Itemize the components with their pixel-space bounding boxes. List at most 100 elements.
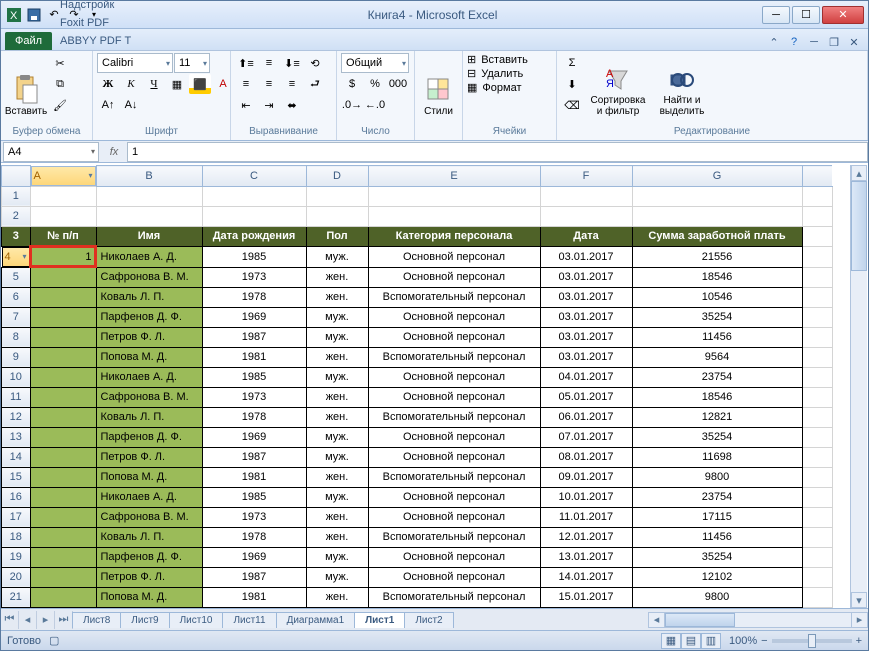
cell[interactable]: муж.: [306, 547, 368, 567]
cell[interactable]: [306, 206, 368, 226]
row-header[interactable]: 10: [2, 367, 31, 387]
cell[interactable]: Сафронова В. М.: [96, 387, 202, 407]
cell[interactable]: 1985: [202, 487, 306, 507]
cell[interactable]: [30, 327, 96, 347]
scroll-thumb[interactable]: [851, 181, 867, 271]
italic-button[interactable]: К: [120, 74, 142, 94]
cell[interactable]: 23754: [632, 487, 802, 507]
cell[interactable]: Попова М. Д.: [96, 467, 202, 487]
page-layout-view-icon[interactable]: ▤: [681, 633, 701, 649]
cell[interactable]: [30, 307, 96, 327]
zoom-out-icon[interactable]: −: [761, 635, 767, 647]
cell[interactable]: 35254: [632, 427, 802, 447]
scroll-up-icon[interactable]: ▴: [851, 165, 867, 181]
decrease-font-icon[interactable]: A↓: [120, 95, 142, 115]
align-right-icon[interactable]: ≡: [281, 74, 303, 94]
cell[interactable]: 11456: [632, 327, 802, 347]
cell[interactable]: Николаев А. Д.: [96, 246, 202, 267]
cell[interactable]: 21556: [632, 246, 802, 267]
cell[interactable]: Основной персонал: [368, 246, 540, 267]
cell[interactable]: [30, 267, 96, 287]
cell[interactable]: 03.01.2017: [540, 287, 632, 307]
cell[interactable]: [30, 507, 96, 527]
cell[interactable]: 35254: [632, 307, 802, 327]
cell[interactable]: 9800: [632, 467, 802, 487]
cell[interactable]: 04.01.2017: [540, 367, 632, 387]
fill-icon[interactable]: ⬇: [561, 74, 583, 94]
row-header[interactable]: 3: [2, 226, 31, 246]
select-all-corner[interactable]: [2, 166, 31, 187]
cell[interactable]: [30, 587, 96, 607]
cell[interactable]: 11698: [632, 447, 802, 467]
cell[interactable]: жен.: [306, 287, 368, 307]
sheet-tab[interactable]: Лист1: [354, 612, 405, 628]
sheet-nav-prev-icon[interactable]: ◂: [19, 611, 37, 629]
file-tab[interactable]: Файл: [5, 32, 52, 50]
styles-button[interactable]: Стили: [419, 53, 458, 119]
merge-cells-icon[interactable]: ⬌: [281, 95, 303, 115]
cell[interactable]: 12102: [632, 567, 802, 587]
cell[interactable]: Петров Ф. Л.: [96, 567, 202, 587]
cell[interactable]: [632, 206, 802, 226]
cell[interactable]: Основной персонал: [368, 447, 540, 467]
table-header-cell[interactable]: Имя: [96, 226, 202, 246]
cell[interactable]: 11.01.2017: [540, 507, 632, 527]
cell[interactable]: Вспомогательный персонал: [368, 407, 540, 427]
cell[interactable]: 1981: [202, 587, 306, 607]
cell[interactable]: [96, 186, 202, 206]
row-header[interactable]: 2: [2, 206, 31, 226]
cell[interactable]: 09.01.2017: [540, 467, 632, 487]
cell[interactable]: 10546: [632, 287, 802, 307]
normal-view-icon[interactable]: ▦: [661, 633, 681, 649]
cell[interactable]: [30, 287, 96, 307]
row-header[interactable]: 12: [2, 407, 31, 427]
hscroll-thumb[interactable]: [665, 613, 735, 627]
currency-icon[interactable]: $: [341, 74, 363, 94]
comma-icon[interactable]: 000: [387, 74, 409, 94]
cell[interactable]: Основной персонал: [368, 327, 540, 347]
wrap-text-icon[interactable]: ⮐: [304, 74, 326, 94]
cell[interactable]: [96, 206, 202, 226]
orientation-icon[interactable]: ⟲: [304, 53, 326, 73]
cell[interactable]: 9800: [632, 587, 802, 607]
row-header[interactable]: 9: [2, 347, 31, 367]
format-cells-button[interactable]: ▦Формат: [467, 81, 521, 94]
scroll-right-icon[interactable]: ▸: [851, 613, 867, 627]
align-bottom-icon[interactable]: ⬇≡: [281, 53, 303, 73]
row-header[interactable]: 14: [2, 447, 31, 467]
cell[interactable]: жен.: [306, 347, 368, 367]
format-painter-button[interactable]: 🖌: [49, 95, 71, 115]
cell[interactable]: 1987: [202, 447, 306, 467]
cell[interactable]: Вспомогательный персонал: [368, 527, 540, 547]
name-box[interactable]: A4: [3, 142, 99, 162]
paste-button[interactable]: Вставить: [5, 53, 47, 119]
sheet-tab[interactable]: Лист9: [120, 612, 169, 628]
cell[interactable]: [802, 206, 832, 226]
cell[interactable]: жен.: [306, 267, 368, 287]
cell[interactable]: 10.01.2017: [540, 487, 632, 507]
save-icon[interactable]: [25, 6, 43, 24]
border-button[interactable]: ▦: [166, 74, 188, 94]
scroll-down-icon[interactable]: ▾: [851, 592, 867, 608]
zoom-level[interactable]: 100%: [729, 635, 757, 647]
sheet-nav-next-icon[interactable]: ▸: [37, 611, 55, 629]
cell[interactable]: 05.01.2017: [540, 387, 632, 407]
underline-button[interactable]: Ч: [143, 74, 165, 94]
cell[interactable]: [30, 527, 96, 547]
align-top-icon[interactable]: ⬆≡: [235, 53, 257, 73]
cell[interactable]: Попова М. Д.: [96, 587, 202, 607]
row-header[interactable]: 5: [2, 267, 31, 287]
cell[interactable]: Основной персонал: [368, 367, 540, 387]
zoom-slider[interactable]: [772, 639, 852, 643]
scroll-left-icon[interactable]: ◂: [649, 613, 665, 627]
cell[interactable]: муж.: [306, 367, 368, 387]
font-name-select[interactable]: Calibri: [97, 53, 173, 73]
sheet-nav-first-icon[interactable]: ⏮: [1, 611, 19, 629]
cell[interactable]: Николаев А. Д.: [96, 367, 202, 387]
row-header[interactable]: 18: [2, 527, 31, 547]
maximize-button[interactable]: ☐: [792, 6, 820, 24]
vertical-scrollbar[interactable]: ▴ ▾: [850, 165, 867, 608]
cell[interactable]: жен.: [306, 507, 368, 527]
cell[interactable]: 03.01.2017: [540, 267, 632, 287]
cell[interactable]: [368, 206, 540, 226]
